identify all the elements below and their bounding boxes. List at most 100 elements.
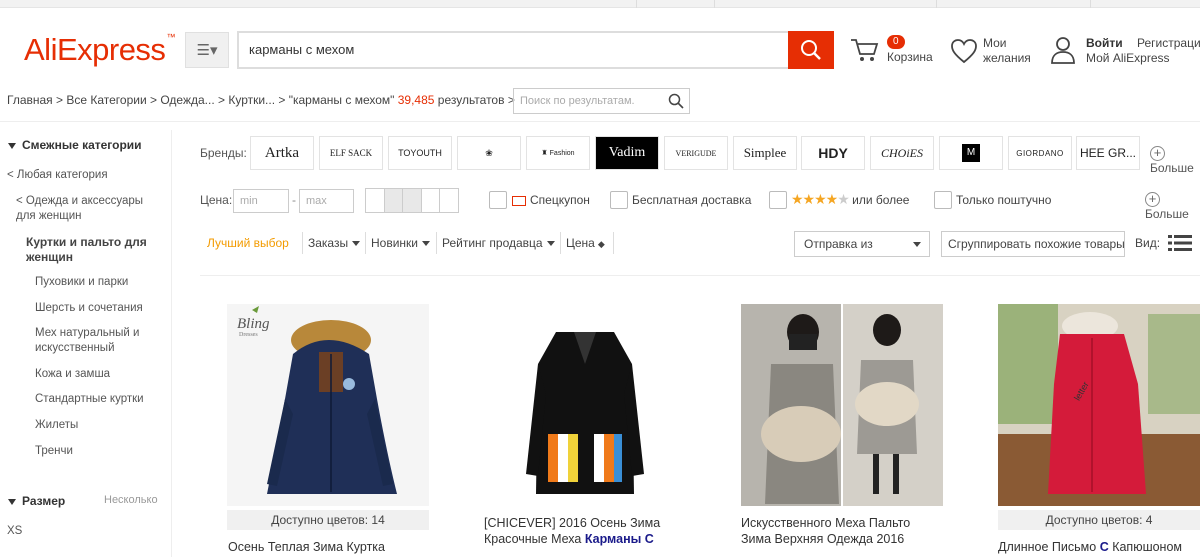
category-menu-button[interactable]: ☰▾: [185, 32, 229, 68]
coupon-checkbox[interactable]: [489, 191, 507, 209]
heart-icon: [951, 39, 977, 64]
brand-logo-icon: ❀: [485, 147, 493, 158]
my-aliexpress-link[interactable]: Мой AliExpress: [1086, 51, 1170, 66]
search-icon: [801, 40, 821, 60]
sidebar-item[interactable]: Мех натуральный и искусственный: [35, 326, 139, 356]
red-parka-photo: letter: [998, 304, 1200, 506]
brand-logo-icon: M: [962, 144, 980, 162]
brand-tile[interactable]: HDY: [801, 136, 865, 170]
svg-text:Bling: Bling: [237, 316, 270, 332]
price-label: Цена:: [200, 193, 233, 207]
sidebar-item[interactable]: Шерсть и сочетания: [35, 301, 143, 316]
list-view-icon[interactable]: [1168, 234, 1192, 252]
top-strip: [0, 0, 1200, 8]
sort-arrows-icon: ◆: [597, 239, 605, 249]
divider: [0, 121, 1200, 122]
any-category-link[interactable]: < Любая категория: [7, 168, 108, 183]
sort-best-match[interactable]: Лучший выбор: [207, 236, 289, 250]
coupon-label: Спецкупон: [512, 193, 590, 207]
price-min-input[interactable]: min: [233, 189, 289, 213]
collapse-icon: [8, 142, 16, 149]
filters-more-button[interactable]: +Больше: [1145, 192, 1200, 221]
brand-tile[interactable]: VERIGUDE: [664, 136, 728, 170]
size-multiple-toggle[interactable]: Несколько: [104, 494, 158, 506]
brand-tile[interactable]: Artka: [250, 136, 314, 170]
sidebar-item[interactable]: Кожа и замша: [35, 367, 110, 382]
star-rating-icon: ★★★★★: [791, 191, 850, 207]
brands-more-button[interactable]: +Больше: [1150, 146, 1200, 175]
brand-tile[interactable]: ❀: [457, 136, 521, 170]
login-link[interactable]: Войти: [1086, 36, 1123, 51]
search-input[interactable]: карманы с мехом: [237, 31, 789, 69]
brand-tile[interactable]: M: [939, 136, 1003, 170]
sort-orders[interactable]: Заказы: [308, 236, 361, 250]
search-icon[interactable]: [668, 93, 684, 109]
size-option-xs[interactable]: XS: [7, 524, 22, 539]
product-title[interactable]: Длинное Письмо С Капюшоном: [998, 539, 1182, 555]
divider: [200, 275, 1200, 276]
header: AliExpress™ ☰▾ карманы с мехом 0 Корзина…: [0, 8, 1200, 88]
brands-label: Бренды:: [200, 146, 247, 160]
related-categories-title[interactable]: Смежные категории: [8, 138, 142, 152]
menu-icon: ☰▾: [196, 42, 218, 59]
price-range-slider[interactable]: [365, 188, 459, 213]
sort-price[interactable]: Цена ◆: [566, 236, 605, 250]
breadcrumb-path[interactable]: Главная > Все Категории > Одежда... > Ку…: [7, 93, 394, 107]
free-shipping-checkbox[interactable]: [610, 191, 628, 209]
jacket-image: Bling Dresses: [237, 306, 397, 494]
brand-tile[interactable]: GIORDANO: [1008, 136, 1072, 170]
wishlist-label-1: Мои: [983, 36, 1007, 50]
svg-text:Dresses: Dresses: [239, 332, 258, 338]
product-title[interactable]: Искусственного Меха Пальто Зима Верхняя …: [741, 515, 910, 547]
result-count: 39,485: [397, 93, 435, 107]
free-shipping-label: Бесплатная доставка: [632, 193, 752, 207]
cart-count-badge: 0: [887, 35, 905, 49]
chevron-down-icon: [546, 241, 555, 247]
brand-logo-icon: ♜: [541, 150, 550, 157]
product-image[interactable]: Bling Dresses: [227, 304, 429, 506]
chevron-down-icon: [352, 241, 361, 247]
group-similar-button[interactable]: Сгруппировать похожие товары: [941, 231, 1125, 257]
cart-icon: [851, 39, 879, 61]
sidebar-item[interactable]: Пуховики и парки: [35, 275, 128, 290]
coupon-icon: [512, 195, 526, 206]
sidebar: Смежные категории < Любая категория < Од…: [0, 130, 172, 557]
sort-newest[interactable]: Новинки: [371, 236, 430, 250]
product-image[interactable]: [741, 304, 943, 506]
wishlist-label-2: желания: [983, 51, 1031, 65]
clothing-category-link[interactable]: < Одежда и аксессуары для женщин: [16, 194, 143, 224]
single-piece-label: Только поштучно: [956, 193, 1052, 207]
price-max-input[interactable]: max: [299, 189, 354, 213]
product-image[interactable]: [484, 304, 686, 506]
sidebar-item[interactable]: Стандартные куртки: [35, 392, 144, 407]
chevron-down-icon: [913, 242, 921, 247]
product-title[interactable]: Осень Теплая Зима Куртка: [228, 539, 385, 555]
sidebar-item[interactable]: Тренчи: [35, 444, 73, 459]
aliexpress-logo[interactable]: AliExpress™: [24, 32, 175, 68]
ship-from-select[interactable]: Отправка из: [794, 231, 930, 257]
search-button[interactable]: [788, 31, 834, 69]
collapse-icon: [8, 498, 16, 505]
current-category: Куртки и пальто для женщин: [26, 235, 147, 264]
brand-tile[interactable]: ELF SACK: [319, 136, 383, 170]
product-image[interactable]: letter: [998, 304, 1200, 506]
brand-tile[interactable]: CHOiES: [870, 136, 934, 170]
plus-icon: +: [1145, 192, 1160, 208]
register-link[interactable]: Регистрация: [1137, 36, 1200, 51]
single-piece-checkbox[interactable]: [934, 191, 952, 209]
fur-coat-photo: [741, 304, 943, 506]
user-icon: [1051, 37, 1075, 64]
brand-tile[interactable]: TOYOUTH: [388, 136, 452, 170]
breadcrumb: Главная > Все Категории > Одежда... > Ку…: [7, 93, 515, 107]
sort-seller-rating[interactable]: Рейтинг продавца: [442, 236, 555, 250]
brand-tile[interactable]: HEE GR...: [1076, 136, 1140, 170]
search-within-input[interactable]: Поиск по результатам.: [513, 88, 690, 114]
brand-tile[interactable]: ♜ Fashion: [526, 136, 590, 170]
product-title[interactable]: [CHICEVER] 2016 Осень Зима Красочные Мех…: [484, 515, 660, 547]
brand-tile[interactable]: Simplee: [733, 136, 797, 170]
brand-tile[interactable]: Vadim: [595, 136, 659, 170]
rating-checkbox[interactable]: [769, 191, 787, 209]
size-filter-title[interactable]: Размер: [8, 494, 65, 508]
results-label: результатов >: [437, 93, 515, 107]
sidebar-item[interactable]: Жилеты: [35, 418, 78, 433]
